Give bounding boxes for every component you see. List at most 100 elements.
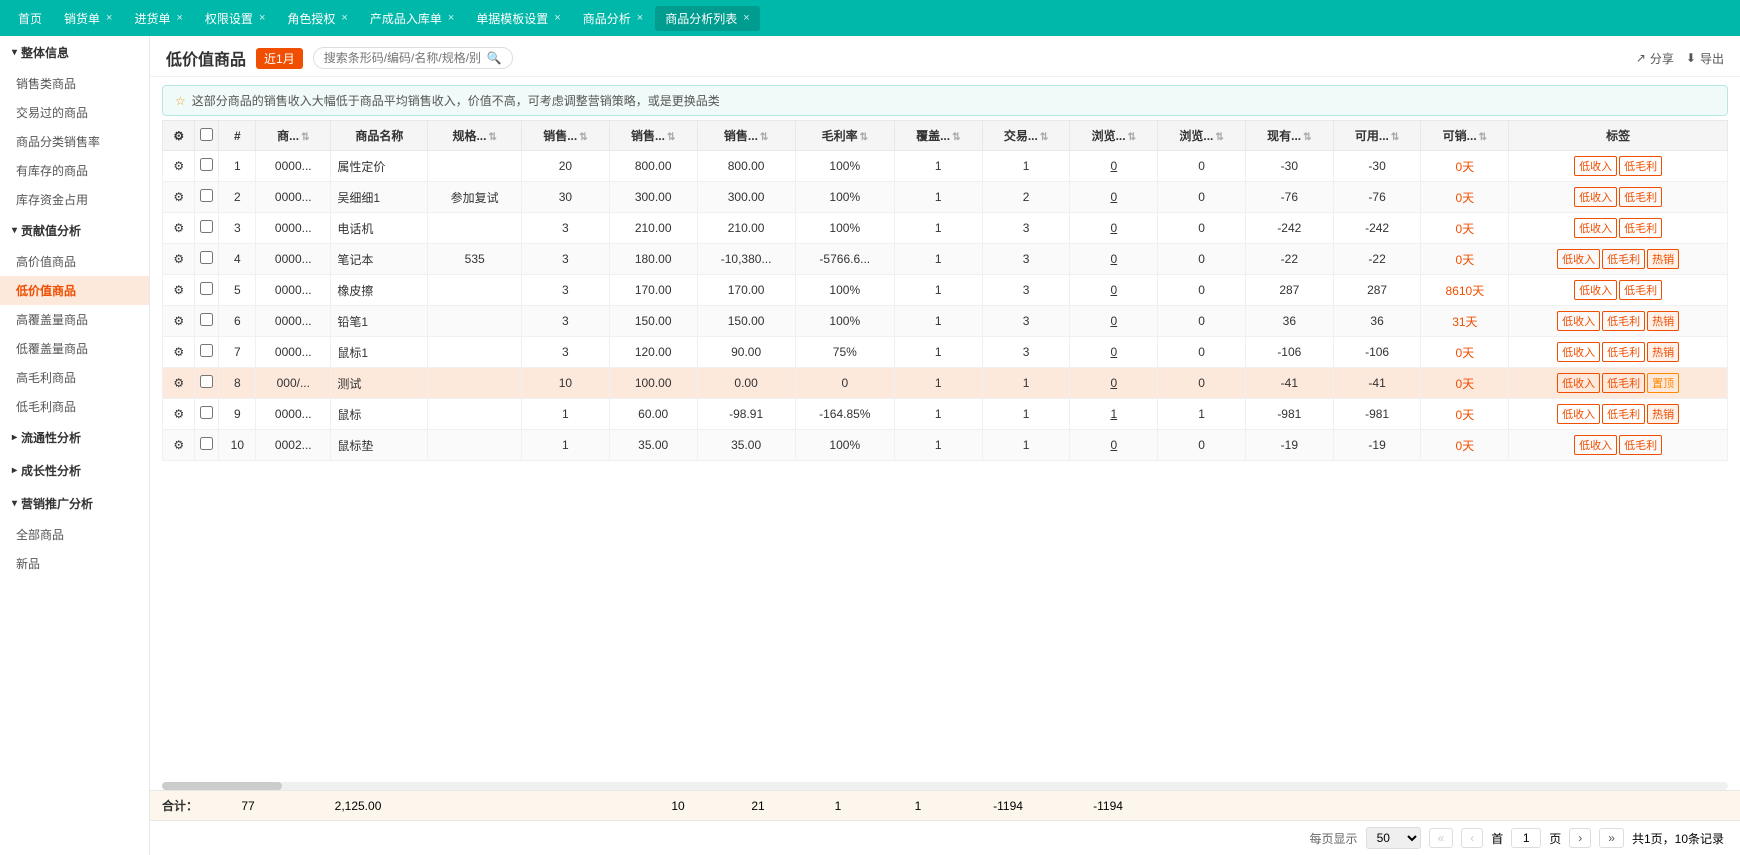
cell-checkbox[interactable] (195, 306, 219, 337)
col-spec[interactable]: 规格...⇅ (428, 121, 522, 151)
col-browse1[interactable]: 浏览...⇅ (1070, 121, 1158, 151)
browse-link[interactable]: 0 (1110, 221, 1117, 235)
nav-sales-order[interactable]: 销货单× (54, 6, 122, 31)
sidebar-item-new-goods[interactable]: 新品 (0, 549, 149, 578)
row-checkbox[interactable] (200, 344, 213, 357)
prev-page-button[interactable]: ‹ (1461, 828, 1483, 848)
browse-link[interactable]: 0 (1110, 190, 1117, 204)
col-sale-qty[interactable]: 销售...⇅ (522, 121, 610, 151)
close-icon[interactable]: × (554, 12, 560, 24)
browse-link[interactable]: 0 (1110, 159, 1117, 173)
cell-browse1[interactable]: 0 (1070, 430, 1158, 461)
row-checkbox[interactable] (200, 375, 213, 388)
sidebar-item-sales-goods[interactable]: 销售类商品 (0, 69, 149, 98)
cell-browse1[interactable]: 0 (1070, 337, 1158, 368)
cell-browse1[interactable]: 0 (1070, 368, 1158, 399)
col-margin[interactable]: 毛利率⇅ (795, 121, 894, 151)
cell-browse1[interactable]: 0 (1070, 182, 1158, 213)
cell-checkbox[interactable] (195, 213, 219, 244)
search-icon[interactable]: 🔍 (487, 51, 502, 65)
col-settings[interactable]: ⚙ (163, 121, 195, 151)
browse-link[interactable]: 0 (1110, 283, 1117, 297)
col-trade[interactable]: 交易...⇅ (982, 121, 1070, 151)
col-checkbox[interactable] (195, 121, 219, 151)
sidebar-item-high-coverage[interactable]: 高覆盖量商品 (0, 305, 149, 334)
nav-product-analysis-list[interactable]: 商品分析列表× (655, 6, 759, 31)
cell-settings[interactable]: ⚙ (163, 306, 195, 337)
close-icon[interactable]: × (637, 12, 643, 24)
sidebar-item-stock-goods[interactable]: 有库存的商品 (0, 156, 149, 185)
close-icon[interactable]: × (743, 12, 749, 24)
col-stock-available[interactable]: 可用...⇅ (1333, 121, 1421, 151)
sidebar-item-high-value[interactable]: 高价值商品 (0, 247, 149, 276)
browse-link[interactable]: 0 (1110, 314, 1117, 328)
cell-settings[interactable]: ⚙ (163, 213, 195, 244)
row-checkbox[interactable] (200, 189, 213, 202)
cell-checkbox[interactable] (195, 430, 219, 461)
row-checkbox[interactable] (200, 220, 213, 233)
nav-template-settings[interactable]: 单据模板设置× (466, 6, 570, 31)
cell-checkbox[interactable] (195, 399, 219, 430)
cell-settings[interactable]: ⚙ (163, 275, 195, 306)
sidebar-group-contribution[interactable]: ▾ 贡献值分析 (0, 214, 149, 247)
page-size-select[interactable]: 50 100 200 (1366, 827, 1421, 849)
sidebar-item-category-rate[interactable]: 商品分类销售率 (0, 127, 149, 156)
sidebar-item-low-margin[interactable]: 低毛利商品 (0, 392, 149, 421)
close-icon[interactable]: × (176, 12, 182, 24)
cell-settings[interactable]: ⚙ (163, 151, 195, 182)
cell-checkbox[interactable] (195, 275, 219, 306)
browse-link[interactable]: 0 (1110, 252, 1117, 266)
horizontal-scrollbar[interactable] (162, 782, 1728, 790)
close-icon[interactable]: × (448, 12, 454, 24)
first-page-button[interactable]: « (1429, 828, 1454, 848)
col-coverage[interactable]: 覆盖...⇅ (894, 121, 982, 151)
nav-role-auth[interactable]: 角色授权× (277, 6, 357, 31)
cell-settings[interactable]: ⚙ (163, 430, 195, 461)
cell-settings[interactable]: ⚙ (163, 244, 195, 275)
row-checkbox[interactable] (200, 406, 213, 419)
cell-browse1[interactable]: 0 (1070, 306, 1158, 337)
cell-settings[interactable]: ⚙ (163, 399, 195, 430)
sidebar-group-growth[interactable]: ▸ 成长性分析 (0, 454, 149, 487)
row-checkbox[interactable] (200, 158, 213, 171)
page-number-input[interactable] (1511, 828, 1541, 848)
scroll-thumb[interactable] (162, 782, 282, 790)
sidebar-item-traded-goods[interactable]: 交易过的商品 (0, 98, 149, 127)
col-code[interactable]: 商...⇅ (256, 121, 331, 151)
col-name[interactable]: 商品名称 (331, 121, 428, 151)
export-button[interactable]: ⬇ 导出 (1686, 50, 1724, 67)
nav-home[interactable]: 首页 (8, 6, 52, 31)
cell-checkbox[interactable] (195, 151, 219, 182)
browse-link[interactable]: 0 (1110, 376, 1117, 390)
browse-link[interactable]: 1 (1110, 407, 1117, 421)
col-stock-sellable[interactable]: 可销...⇅ (1421, 121, 1509, 151)
row-checkbox[interactable] (200, 282, 213, 295)
cell-browse1[interactable]: 1 (1070, 399, 1158, 430)
close-icon[interactable]: × (341, 12, 347, 24)
sidebar-item-low-coverage[interactable]: 低覆盖量商品 (0, 334, 149, 363)
close-icon[interactable]: × (106, 12, 112, 24)
next-page-button[interactable]: › (1569, 828, 1591, 848)
cell-checkbox[interactable] (195, 368, 219, 399)
row-checkbox[interactable] (200, 437, 213, 450)
browse-link[interactable]: 0 (1110, 345, 1117, 359)
col-sale-profit[interactable]: 销售...⇅ (697, 121, 795, 151)
cell-browse1[interactable]: 0 (1070, 244, 1158, 275)
cell-browse1[interactable]: 0 (1070, 275, 1158, 306)
cell-checkbox[interactable] (195, 244, 219, 275)
nav-purchase-order[interactable]: 进货单× (124, 6, 192, 31)
col-stock-current[interactable]: 现有...⇅ (1245, 121, 1333, 151)
sidebar-group-marketing[interactable]: ▾ 营销推广分析 (0, 487, 149, 520)
cell-settings[interactable]: ⚙ (163, 368, 195, 399)
table-container[interactable]: ⚙ # 商...⇅ 商品名称 规格...⇅ 销售...⇅ 销售...⇅ 销售..… (150, 120, 1740, 782)
nav-product-analysis[interactable]: 商品分析× (573, 6, 653, 31)
share-button[interactable]: ↗ 分享 (1636, 50, 1674, 67)
sidebar-item-low-value[interactable]: 低价值商品 (0, 276, 149, 305)
search-input[interactable] (324, 51, 481, 65)
cell-checkbox[interactable] (195, 182, 219, 213)
select-all-checkbox[interactable] (200, 128, 213, 141)
browse-link[interactable]: 0 (1110, 438, 1117, 452)
last-page-button[interactable]: » (1599, 828, 1624, 848)
sidebar-group-overall[interactable]: ▾ 整体信息 (0, 36, 149, 69)
close-icon[interactable]: × (259, 12, 265, 24)
